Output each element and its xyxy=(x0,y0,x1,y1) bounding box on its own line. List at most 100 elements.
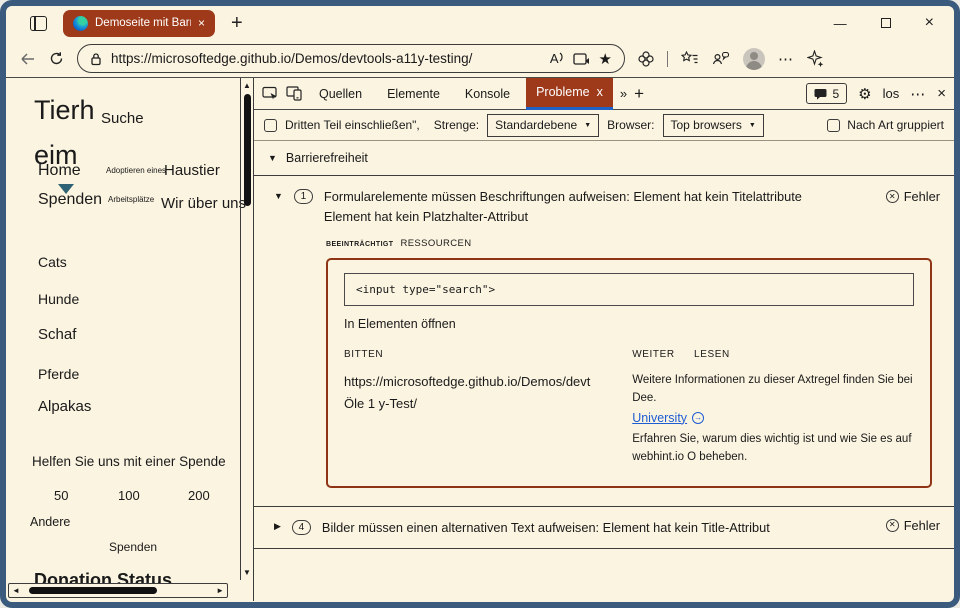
group-by-kind-checkbox[interactable] xyxy=(827,119,840,132)
collections-icon[interactable] xyxy=(681,51,699,66)
severity-select[interactable]: Standardebene ▼ xyxy=(487,114,599,137)
copilot-icon[interactable] xyxy=(807,50,824,67)
devtools-add-tab-icon[interactable]: + xyxy=(634,84,644,104)
open-in-elements-link[interactable]: In Elementen öffnen xyxy=(344,317,914,331)
devtools-panel: Quellen Elemente Konsole Probleme x » + … xyxy=(254,78,954,601)
extensions-icon[interactable] xyxy=(638,51,654,67)
issues-section-accessibility[interactable]: ▼ Barrierefreiheit xyxy=(254,141,954,176)
refresh-icon[interactable] xyxy=(49,51,64,66)
device-emulation-icon[interactable] xyxy=(286,86,303,101)
browser-tab[interactable]: Demoseite mit Barrierefreiheit ist × xyxy=(63,10,215,37)
issue-count-pill: 1 xyxy=(294,189,313,204)
collapse-icon[interactable]: ▼ xyxy=(268,153,277,163)
scroll-down-icon[interactable]: ▼ xyxy=(243,568,251,577)
gear-icon[interactable]: ⚙ xyxy=(858,85,871,103)
devtools-tab-konsole[interactable]: Konsole xyxy=(456,87,519,101)
nav-link-about[interactable]: Wir über uns xyxy=(161,195,246,212)
animal-link-schaf[interactable]: Schaf xyxy=(38,326,76,343)
feedback-icon[interactable] xyxy=(712,51,730,66)
donation-submit[interactable]: Spenden xyxy=(109,540,157,554)
edge-logo-icon xyxy=(73,16,88,31)
issue-row-img-alt[interactable]: ▶ 4 Bilder müssen einen alternativen Tex… xyxy=(254,507,954,548)
issues-filter-bar: Dritten Teil einschließen", Strenge: Sta… xyxy=(254,110,954,141)
issue-text: Bilder müssen einen alternativen Text au… xyxy=(322,518,875,538)
scroll-right-icon[interactable]: ► xyxy=(216,586,224,595)
vertical-scrollbar[interactable]: ▲ ▼ xyxy=(240,78,253,580)
lock-icon[interactable] xyxy=(90,52,102,66)
affected-label: BEEINTRÄCHTIGT xyxy=(326,241,393,248)
los-label[interactable]: los xyxy=(883,86,900,101)
inspect-icon[interactable] xyxy=(262,86,279,101)
new-tab-button[interactable]: + xyxy=(231,12,243,35)
university-link[interactable]: University xyxy=(632,411,687,425)
back-icon[interactable] xyxy=(20,52,36,66)
profile-avatar[interactable] xyxy=(743,48,765,70)
third-party-label: Dritten Teil einschließen", xyxy=(285,118,420,132)
tab-actions-icon[interactable] xyxy=(30,16,47,31)
chevron-down-icon: ▼ xyxy=(584,122,591,129)
scroll-left-icon[interactable]: ◄ xyxy=(12,586,20,595)
url-text[interactable]: https://microsoftedge.github.io/Demos/de… xyxy=(111,51,541,66)
chevron-down-icon: ▼ xyxy=(749,122,756,129)
animal-link-cats[interactable]: Cats xyxy=(38,254,67,270)
browser-filter-label: Browser: xyxy=(607,118,654,132)
open-link-arrow-icon[interactable]: → xyxy=(692,412,704,424)
favorite-star-icon[interactable]: ★ xyxy=(599,50,612,68)
page-viewport: Tierh eim Suche Home Spenden Adoptieren … xyxy=(6,78,254,601)
minimize-button[interactable]: — xyxy=(834,16,847,31)
animal-link-alpakas[interactable]: Alpakas xyxy=(38,398,91,415)
maximize-button[interactable] xyxy=(881,18,891,28)
search-label: Suche xyxy=(101,110,144,127)
devtools-close-icon[interactable]: × xyxy=(937,85,946,102)
weiter-lesen-column-header: WEITER LESEN xyxy=(632,349,914,360)
tab-strip: Demoseite mit Barrierefreiheit ist × + —… xyxy=(6,6,954,40)
tab-overflow-icon[interactable]: » xyxy=(620,86,627,101)
nav-link-spenden[interactable]: Spenden xyxy=(38,191,102,209)
donation-amount-50[interactable]: 50 xyxy=(54,488,68,503)
horizontal-scroll-thumb[interactable] xyxy=(29,587,157,594)
horizontal-scrollbar[interactable]: ◄ ► xyxy=(8,583,228,598)
issue-row-form-labels[interactable]: ▼ 1 Formularelemente müssen Beschriftung… xyxy=(254,176,954,232)
address-bar[interactable]: https://microsoftedge.github.io/Demos/de… xyxy=(77,44,625,73)
scroll-up-icon[interactable]: ▲ xyxy=(243,81,251,90)
close-window-button[interactable]: × xyxy=(925,14,934,32)
devtools-tab-probleme[interactable]: Probleme x xyxy=(526,78,613,110)
vertical-scroll-thumb[interactable] xyxy=(244,94,251,206)
browser-window: Demoseite mit Barrierefreiheit ist × + —… xyxy=(0,0,960,608)
donation-other-label[interactable]: Andere xyxy=(30,515,70,529)
issue-text: Formularelemente müssen Beschriftungen a… xyxy=(324,187,875,228)
severity-label: Strenge: xyxy=(434,118,479,132)
nav-link-adopt-small[interactable]: Adoptieren eines xyxy=(106,166,166,175)
reader-icon[interactable] xyxy=(573,52,590,66)
code-snippet[interactable]: <input type="search"> xyxy=(344,273,914,306)
probleme-tab-close-icon[interactable]: x xyxy=(597,85,603,99)
issue-count-pill: 4 xyxy=(292,520,311,535)
browser-menu-icon[interactable]: ⋯ xyxy=(778,50,794,68)
donation-amount-200[interactable]: 200 xyxy=(188,488,210,503)
issue-bubble-icon xyxy=(814,88,827,100)
tab-title: Demoseite mit Barrierefreiheit ist xyxy=(95,17,191,29)
affected-url[interactable]: https://microsoftedge.github.io/Demos/de… xyxy=(344,371,606,415)
third-party-checkbox[interactable] xyxy=(264,119,277,132)
devtools-tab-elemente[interactable]: Elemente xyxy=(378,87,449,101)
group-by-kind-label: Nach Art gruppiert xyxy=(847,118,944,132)
error-icon: ✕ xyxy=(886,519,899,532)
devtools-tab-quellen[interactable]: Quellen xyxy=(310,87,371,101)
error-icon: ✕ xyxy=(886,190,899,203)
collapse-icon[interactable]: ▼ xyxy=(274,191,283,201)
bitten-column-header: BITTEN xyxy=(344,349,606,360)
animal-link-hunde[interactable]: Hunde xyxy=(38,291,79,307)
nav-link-home[interactable]: Home xyxy=(38,162,81,180)
issues-count-badge[interactable]: 5 xyxy=(806,83,847,104)
nav-link-haustier[interactable]: Haustier xyxy=(164,162,220,179)
expand-icon[interactable]: ▶ xyxy=(274,521,281,532)
nav-link-jobs-small[interactable]: Arbeitsplätze xyxy=(108,195,154,204)
tab-close-icon[interactable]: × xyxy=(198,16,205,30)
learn-more-text: Erfahren Sie, warum dies wichtig ist und… xyxy=(632,430,914,467)
devtools-more-icon[interactable]: ⋯ xyxy=(910,85,926,103)
donation-amount-100[interactable]: 100 xyxy=(118,488,140,503)
toolbar-separator xyxy=(667,51,668,67)
read-aloud-icon[interactable]: A xyxy=(550,51,564,66)
animal-link-pferde[interactable]: Pferde xyxy=(38,366,79,382)
browser-select[interactable]: Top browsers ▼ xyxy=(663,114,764,137)
